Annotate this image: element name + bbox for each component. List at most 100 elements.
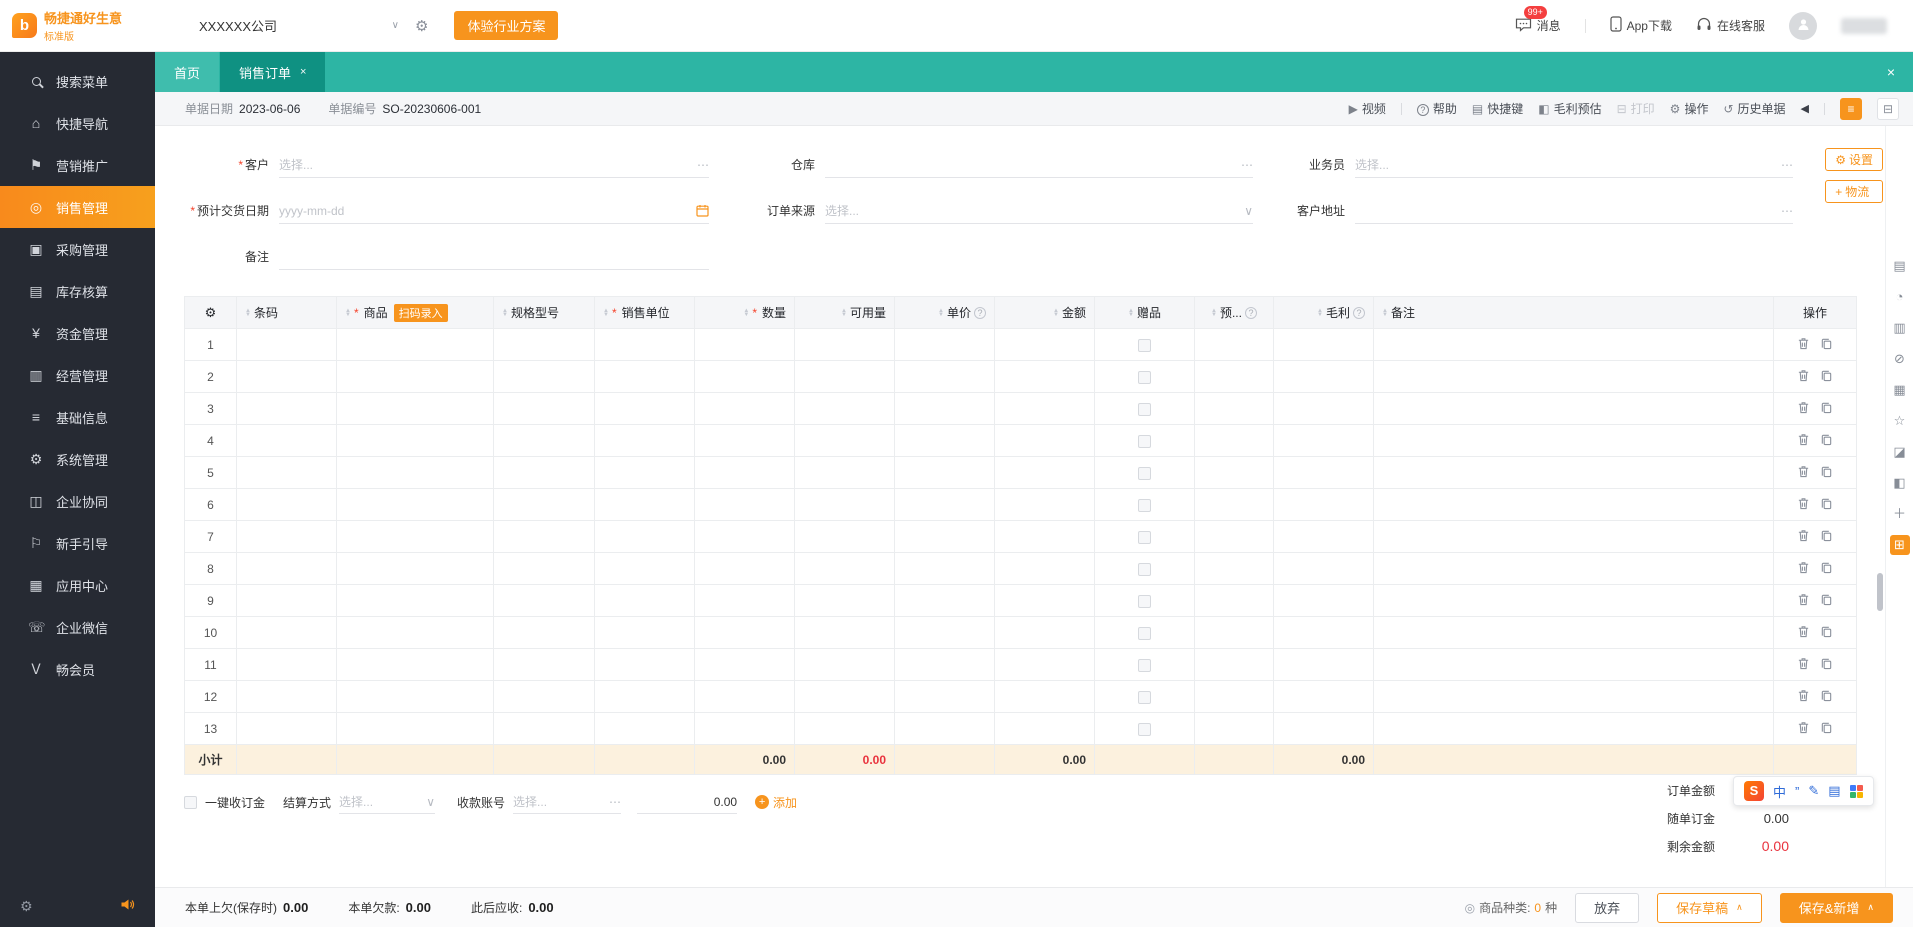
- cell-pre[interactable]: [1194, 584, 1274, 617]
- cell-product[interactable]: [336, 712, 494, 745]
- sidebar-item-enterprise-collab[interactable]: ◫ 企业协同: [0, 480, 155, 522]
- sidebar-item-sales-mgmt[interactable]: ◎ 销售管理: [0, 186, 155, 228]
- gift-checkbox[interactable]: [1138, 658, 1151, 672]
- cell-price[interactable]: [894, 424, 995, 457]
- toolbox-icon[interactable]: ⊞: [1889, 535, 1910, 555]
- cell-unit[interactable]: [594, 424, 695, 457]
- col-header-profit[interactable]: ▲ ▼ 毛利?: [1273, 296, 1374, 329]
- sort-icon[interactable]: ▲ ▼: [841, 308, 847, 318]
- cell-product[interactable]: [336, 328, 494, 361]
- cell-available[interactable]: [794, 712, 895, 745]
- sort-icon[interactable]: ▲ ▼: [1317, 308, 1323, 318]
- cell-profit[interactable]: [1273, 584, 1374, 617]
- cell-remark[interactable]: [1373, 456, 1774, 489]
- customer-input[interactable]: 选择... ⋯: [279, 152, 709, 178]
- sidebar-item-base-info[interactable]: ≡ 基础信息: [0, 396, 155, 438]
- cell-product[interactable]: [336, 424, 494, 457]
- history-icon[interactable]: ◔: [1890, 287, 1910, 307]
- cell-amount[interactable]: [994, 552, 1095, 585]
- col-header-price[interactable]: ▲ ▼ 单价?: [894, 296, 995, 329]
- delete-icon[interactable]: [1797, 657, 1810, 673]
- gift-checkbox[interactable]: [1138, 498, 1151, 512]
- ime-mode[interactable]: 中: [1773, 782, 1786, 801]
- delete-icon[interactable]: [1797, 369, 1810, 385]
- col-header-product[interactable]: ▲ ▼ * 商品 扫码录入: [336, 296, 494, 329]
- messages-button[interactable]: 99+ 消息: [1515, 5, 1561, 35]
- cell-available[interactable]: [794, 328, 895, 361]
- cell-pre[interactable]: [1194, 552, 1274, 585]
- cell-pre[interactable]: [1194, 328, 1274, 361]
- cell-pre[interactable]: [1194, 680, 1274, 713]
- discard-button[interactable]: 放弃: [1575, 892, 1640, 923]
- grid-settings-gear-icon[interactable]: ⚙: [184, 296, 237, 329]
- col-header-unit[interactable]: ▲ ▼ * 销售单位: [594, 296, 695, 329]
- gift-checkbox[interactable]: [1138, 722, 1151, 736]
- cell-profit[interactable]: [1273, 360, 1374, 393]
- cell-spec[interactable]: [493, 456, 595, 489]
- history-docs-button[interactable]: ↺ 历史单据: [1723, 100, 1785, 117]
- cell-profit[interactable]: [1273, 552, 1374, 585]
- cell-spec[interactable]: [493, 648, 595, 681]
- cell-remark[interactable]: [1373, 360, 1774, 393]
- cell-available[interactable]: [794, 392, 895, 425]
- gift-checkbox[interactable]: [1138, 402, 1151, 416]
- operation-button[interactable]: ⚙ 操作: [1670, 100, 1709, 117]
- help-icon[interactable]: ?: [1353, 306, 1365, 319]
- cell-amount[interactable]: [994, 648, 1095, 681]
- cell-available[interactable]: [794, 488, 895, 521]
- stop-icon[interactable]: ⊘: [1890, 349, 1910, 369]
- cell-spec[interactable]: [493, 424, 595, 457]
- cell-product[interactable]: [336, 616, 494, 649]
- cell-remark[interactable]: [1373, 712, 1774, 745]
- delete-icon[interactable]: [1797, 561, 1810, 577]
- cell-remark[interactable]: [1373, 520, 1774, 553]
- ellipsis-picker-icon[interactable]: ⋯: [609, 795, 621, 809]
- cell-unit[interactable]: [594, 712, 695, 745]
- cell-qty[interactable]: [694, 360, 795, 393]
- delete-icon[interactable]: [1797, 337, 1810, 353]
- delete-icon[interactable]: [1797, 497, 1810, 513]
- cell-profit[interactable]: [1273, 648, 1374, 681]
- cell-product[interactable]: [336, 456, 494, 489]
- favorite-icon[interactable]: ☆: [1890, 411, 1910, 431]
- sidebar-item-operations-mgmt[interactable]: ▥ 经营管理: [0, 354, 155, 396]
- cell-product[interactable]: [336, 648, 494, 681]
- delete-icon[interactable]: [1797, 401, 1810, 417]
- sort-icon[interactable]: ▲ ▼: [502, 308, 508, 318]
- cell-profit[interactable]: [1273, 616, 1374, 649]
- col-header-barcode[interactable]: ▲ ▼ 条码: [236, 296, 337, 329]
- calendar-icon[interactable]: [696, 204, 709, 217]
- collapse-left-icon[interactable]: ◀: [1801, 102, 1809, 115]
- add-icon[interactable]: ＋: [1890, 504, 1910, 524]
- cell-price[interactable]: [894, 328, 995, 361]
- sort-icon[interactable]: ▲ ▼: [345, 308, 351, 318]
- ime-punct-icon[interactable]: ”: [1795, 784, 1799, 799]
- copy-icon[interactable]: [1820, 465, 1833, 481]
- gift-checkbox[interactable]: [1138, 466, 1151, 480]
- cell-barcode[interactable]: [236, 488, 337, 521]
- sidebar-item-funds-mgmt[interactable]: ¥ 资金管理: [0, 312, 155, 354]
- cell-amount[interactable]: [994, 456, 1095, 489]
- cell-spec[interactable]: [493, 392, 595, 425]
- settings-button[interactable]: ⚙ 设置: [1825, 148, 1883, 171]
- cell-product[interactable]: [336, 584, 494, 617]
- cell-unit[interactable]: [594, 488, 695, 521]
- copy-icon[interactable]: [1820, 689, 1833, 705]
- app-download-button[interactable]: App下载: [1610, 16, 1672, 35]
- cell-spec[interactable]: [493, 680, 595, 713]
- cell-remark[interactable]: [1373, 328, 1774, 361]
- help-icon[interactable]: ?: [974, 306, 986, 319]
- cell-product[interactable]: [336, 392, 494, 425]
- sort-icon[interactable]: ▲ ▼: [743, 308, 749, 318]
- cell-qty[interactable]: [694, 552, 795, 585]
- salesman-input[interactable]: 选择... ⋯: [1355, 152, 1793, 178]
- cell-price[interactable]: [894, 648, 995, 681]
- cell-profit[interactable]: [1273, 712, 1374, 745]
- cell-profit[interactable]: [1273, 520, 1374, 553]
- cell-amount[interactable]: [994, 712, 1095, 745]
- cell-spec[interactable]: [493, 584, 595, 617]
- delivery-date-input[interactable]: yyyy-mm-dd: [279, 198, 709, 224]
- cell-amount[interactable]: [994, 616, 1095, 649]
- card-view-button[interactable]: ⊟: [1877, 97, 1899, 120]
- sort-icon[interactable]: ▲ ▼: [1128, 308, 1134, 318]
